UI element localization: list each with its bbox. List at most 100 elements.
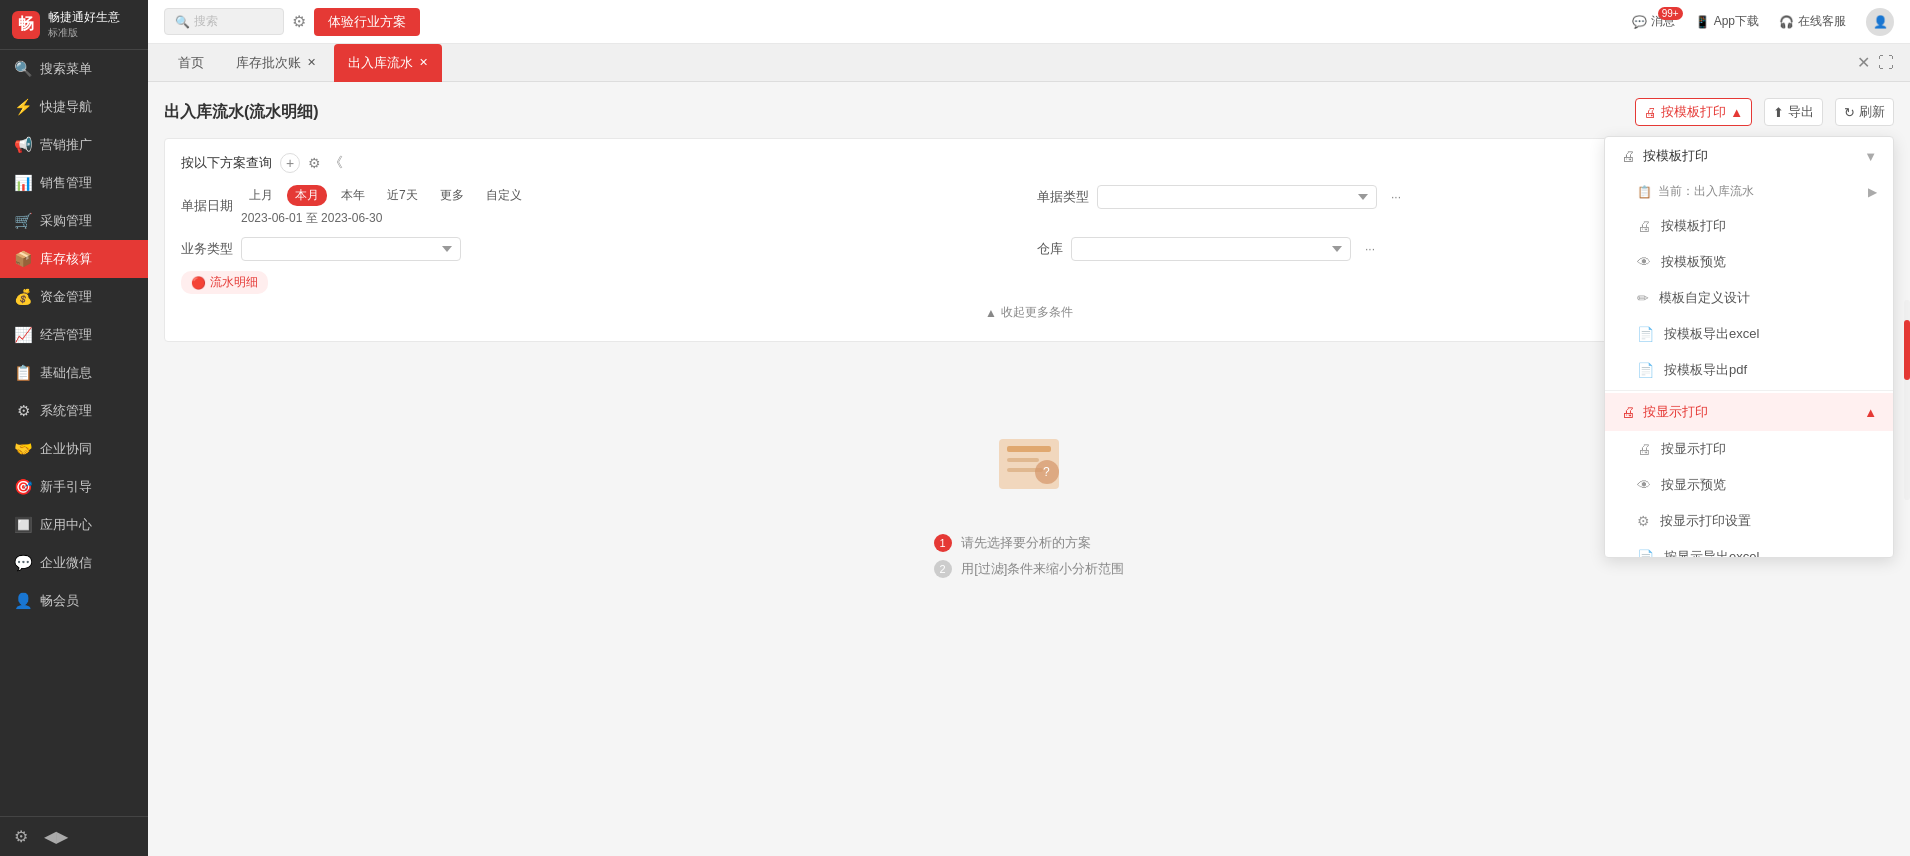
display-preview-item[interactable]: 👁 按显示预览 [1605, 467, 1893, 503]
date-opt-prev-month[interactable]: 上月 [241, 185, 281, 206]
date-opt-custom[interactable]: 自定义 [478, 185, 530, 206]
flash-icon: ⚡ [14, 98, 32, 116]
filter-add-button[interactable]: + [280, 153, 300, 173]
service-icon: 🎧 [1779, 15, 1794, 29]
refresh-button[interactable]: ↻ 刷新 [1835, 98, 1894, 126]
page-content: 出入库流水(流水明细) 🖨 按模板打印 ▲ ⬆ 导出 ↻ 刷新 [148, 82, 1910, 856]
header-gear-icon[interactable]: ⚙ [292, 12, 306, 31]
filter-warehouse-more-icon[interactable]: ··· [1359, 238, 1381, 260]
search-icon: 🔍 [14, 60, 32, 78]
sidebar-item-finance[interactable]: 💰 资金管理 [0, 278, 148, 316]
header-right: 💬 消息 99+ 📱 App下载 🎧 在线客服 👤 [1632, 8, 1894, 36]
wechat-icon: 💬 [14, 554, 32, 572]
preview-sub-icon: 👁 [1637, 254, 1651, 270]
filter-gear-icon[interactable]: ⚙ [308, 155, 321, 171]
export-icon: ⬆ [1773, 105, 1784, 120]
sidebar-item-quick-nav[interactable]: ⚡ 快捷导航 [0, 88, 148, 126]
sidebar-item-search[interactable]: 🔍 搜索菜单 [0, 50, 148, 88]
filter-type-more-icon[interactable]: ··· [1385, 186, 1407, 208]
expand-window-icon[interactable]: ⛶ [1878, 54, 1894, 72]
print-dropdown-panel: 🖨 按模板打印 ▼ 📋 当前：出入库流水 ▶ [1604, 136, 1894, 558]
sidebar-item-operations[interactable]: 📈 经营管理 [0, 316, 148, 354]
sidebar-item-appstore[interactable]: 🔲 应用中心 [0, 506, 148, 544]
display-print-section-header[interactable]: 🖨 按显示打印 ▲ [1605, 393, 1893, 431]
app-logo-text: 畅捷通好生意 标准版 [48, 9, 120, 40]
sidebar-item-marketing[interactable]: 📢 营销推广 [0, 126, 148, 164]
svg-text:?: ? [1043, 465, 1050, 479]
date-opt-7days[interactable]: 近7天 [379, 185, 426, 206]
notifications-button[interactable]: 💬 消息 99+ [1632, 13, 1675, 30]
filter-date-range: 2023-06-01 至 2023-06-30 [241, 210, 530, 227]
tab-home[interactable]: 首页 [164, 44, 218, 82]
appstore-icon: 🔲 [14, 516, 32, 534]
display-preview-sub-icon: 👁 [1637, 477, 1651, 493]
system-icon: ⚙ [14, 402, 32, 420]
dropdown-divider-1 [1605, 390, 1893, 391]
tab-window-controls: ✕ ⛶ [1857, 53, 1894, 72]
display-excel-sub-icon: 📄 [1637, 549, 1654, 557]
filter-warehouse-select[interactable] [1071, 237, 1351, 261]
filter-date-item: 单据日期 上月 本月 本年 近7天 更多 自定义 2023-06-01 至 20… [181, 185, 1021, 227]
current-icon: 📋 [1637, 185, 1652, 199]
display-print-item[interactable]: 🖨 按显示打印 [1605, 431, 1893, 467]
date-opt-current-month[interactable]: 本月 [287, 185, 327, 206]
filter-collapse-icon[interactable]: 《 [329, 154, 343, 172]
template-print-section-header[interactable]: 🖨 按模板打印 ▼ [1605, 137, 1893, 175]
filter-biz-select[interactable] [241, 237, 461, 261]
date-opt-more[interactable]: 更多 [432, 185, 472, 206]
tab-flow[interactable]: 出入库流水 ✕ [334, 44, 442, 82]
top-header: 🔍 搜索 ⚙ 体验行业方案 💬 消息 99+ 📱 App下载 🎧 在线客服 👤 [148, 0, 1910, 44]
sidebar-item-member[interactable]: 👤 畅会员 [0, 582, 148, 620]
sidebar-item-purchase[interactable]: 🛒 采购管理 [0, 202, 148, 240]
filter-type-select[interactable] [1097, 185, 1377, 209]
tab-batch-close[interactable]: ✕ [307, 56, 316, 69]
settings-bottom-icon[interactable]: ⚙ [14, 827, 28, 846]
display-excel-item[interactable]: 📄 按显示导出excel [1605, 539, 1893, 557]
sidebar-item-cooperation[interactable]: 🤝 企业协同 [0, 430, 148, 468]
template-preview-item[interactable]: 👁 按模板预览 [1605, 244, 1893, 280]
basic-icon: 📋 [14, 364, 32, 382]
user-avatar[interactable]: 👤 [1866, 8, 1894, 36]
sidebar-item-wechat[interactable]: 💬 企业微信 [0, 544, 148, 582]
avatar-icon: 👤 [1873, 15, 1888, 29]
template-design-item[interactable]: ✏ 模板自定义设计 [1605, 280, 1893, 316]
sidebar-item-sales[interactable]: 📊 销售管理 [0, 164, 148, 202]
pdf-sub-icon: 📄 [1637, 362, 1654, 378]
online-service-button[interactable]: 🎧 在线客服 [1779, 13, 1846, 30]
chevron-down-icon: ▼ [1864, 149, 1877, 164]
empty-steps: 1 请先选择要分析的方案 2 用[过滤]条件来缩小分析范围 [934, 530, 1125, 582]
flow-detail-tag[interactable]: 🔴 流水明细 [181, 271, 268, 294]
print-template-button[interactable]: 🖨 按模板打印 ▲ [1635, 98, 1752, 126]
main-area: 🔍 搜索 ⚙ 体验行业方案 💬 消息 99+ 📱 App下载 🎧 在线客服 👤 [148, 0, 1910, 856]
app-download-button[interactable]: 📱 App下载 [1695, 13, 1759, 30]
display-printer-icon: 🖨 [1621, 404, 1635, 420]
design-sub-icon: ✏ [1637, 290, 1649, 306]
sidebar: 畅 畅捷通好生意 标准版 🔍 搜索菜单 ⚡ 快捷导航 📢 营销推广 📊 销售管理… [0, 0, 148, 856]
sidebar-item-guide[interactable]: 🎯 新手引导 [0, 468, 148, 506]
try-solution-button[interactable]: 体验行业方案 [314, 8, 420, 36]
purchase-icon: 🛒 [14, 212, 32, 230]
member-icon: 👤 [14, 592, 32, 610]
sidebar-nav: 🔍 搜索菜单 ⚡ 快捷导航 📢 营销推广 📊 销售管理 🛒 采购管理 📦 库存核… [0, 50, 148, 816]
collapse-sidebar-icon[interactable]: ◀▶ [44, 827, 68, 846]
header-search-box[interactable]: 🔍 搜索 [164, 8, 284, 35]
sidebar-item-basic[interactable]: 📋 基础信息 [0, 354, 148, 392]
marketing-icon: 📢 [14, 136, 32, 154]
sidebar-item-system[interactable]: ⚙ 系统管理 [0, 392, 148, 430]
printer-section-icon: 🖨 [1621, 148, 1635, 164]
tab-flow-close[interactable]: ✕ [419, 56, 428, 69]
close-window-icon[interactable]: ✕ [1857, 53, 1870, 72]
sidebar-item-inventory[interactable]: 📦 库存核算 [0, 240, 148, 278]
sidebar-logo: 畅 畅捷通好生意 标准版 [0, 0, 148, 50]
page-title: 出入库流水(流水明细) [164, 102, 319, 123]
template-pdf-item[interactable]: 📄 按模板导出pdf [1605, 352, 1893, 388]
display-settings-item[interactable]: ⚙ 按显示打印设置 [1605, 503, 1893, 539]
template-excel-item[interactable]: 📄 按模板导出excel [1605, 316, 1893, 352]
operations-icon: 📈 [14, 326, 32, 344]
template-print-item[interactable]: 🖨 按模板打印 [1605, 208, 1893, 244]
export-button[interactable]: ⬆ 导出 [1764, 98, 1823, 126]
tab-batch[interactable]: 库存批次账 ✕ [222, 44, 330, 82]
page-scrollbar[interactable] [1904, 300, 1910, 500]
date-opt-year[interactable]: 本年 [333, 185, 373, 206]
display-settings-sub-icon: ⚙ [1637, 513, 1650, 529]
